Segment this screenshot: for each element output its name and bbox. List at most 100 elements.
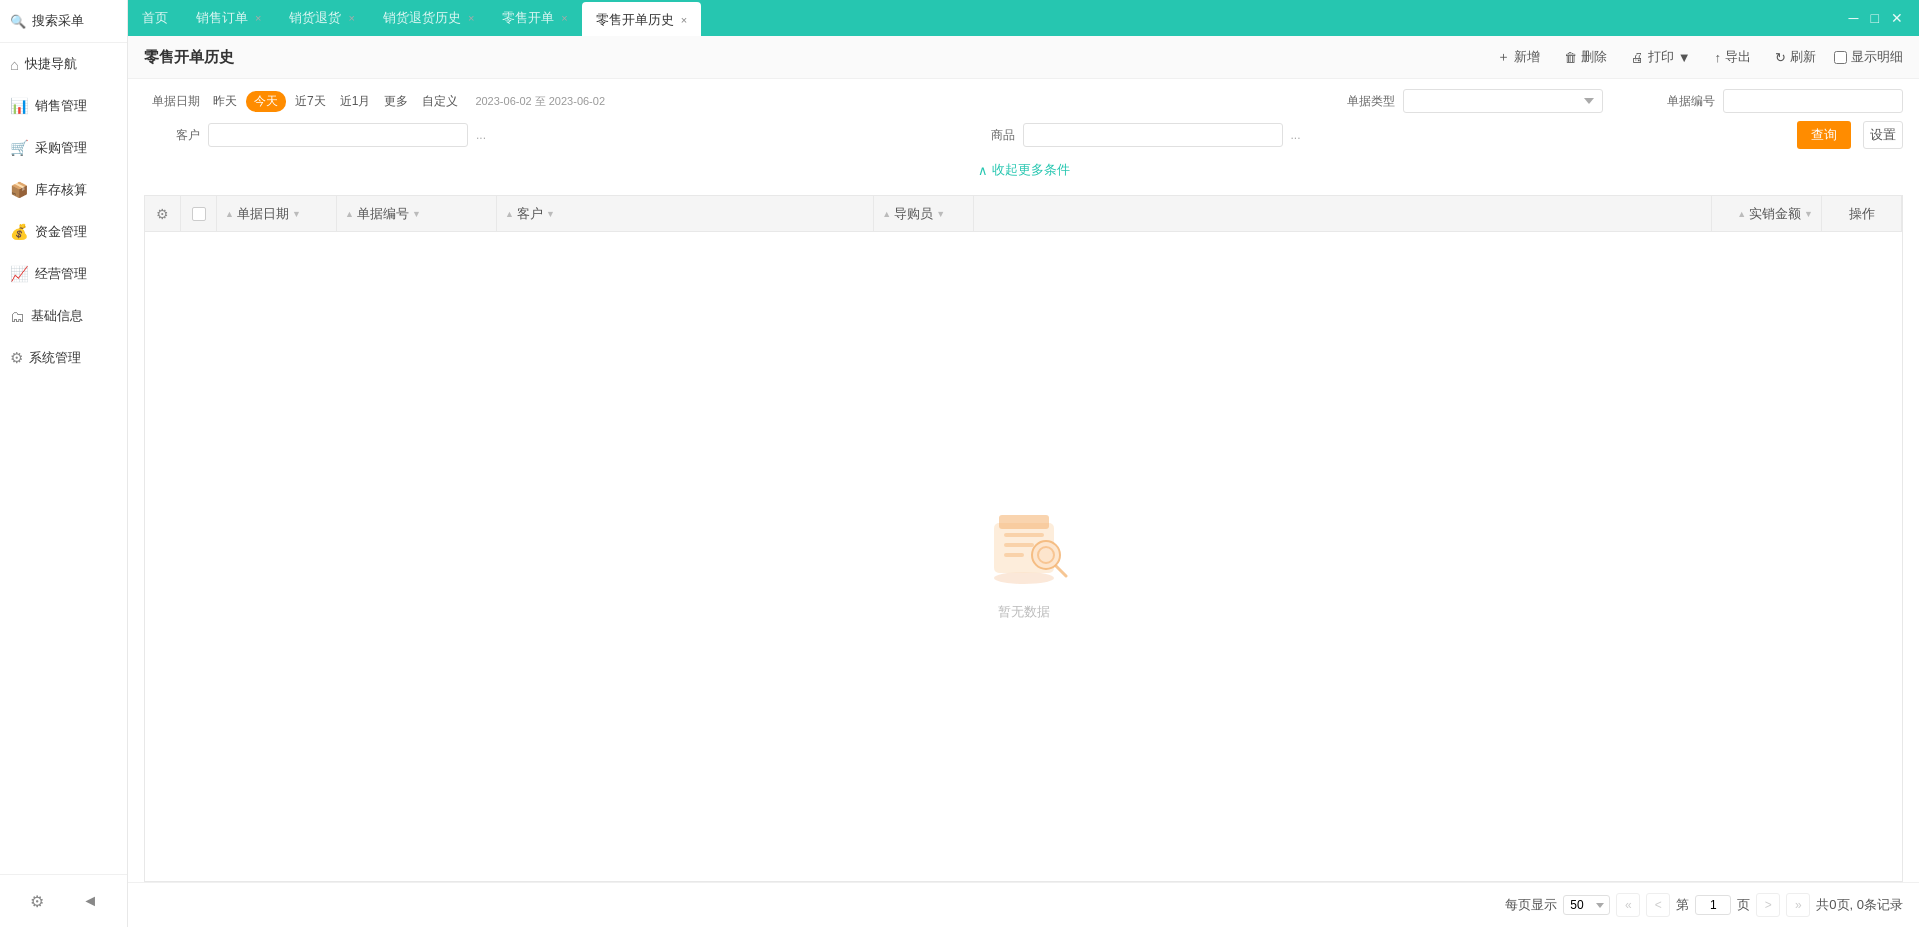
add-icon: ＋ [1497,48,1510,66]
window-controls: ─ □ ✕ [1833,10,1919,26]
sidebar-item-basics[interactable]: 🗂 基础信息 [0,295,127,337]
th-docno-label: 单据编号 [357,205,409,223]
sidebar-footer: ⚙ ◄ [0,874,127,927]
delete-button[interactable]: 🗑 删除 [1558,44,1613,70]
tab-retail-history-label: 零售开单历史 [596,11,674,29]
query-label: 查询 [1811,126,1837,144]
export-button[interactable]: ↑ 导出 [1709,44,1758,70]
column-settings-icon[interactable]: ⚙ [153,196,172,231]
th-date[interactable]: ▲ 单据日期 ▼ [217,196,337,231]
th-settings[interactable]: ⚙ [145,196,181,231]
sort-up-icon: ▲ [345,209,354,219]
customer-input[interactable] [208,123,468,147]
refresh-icon: ↻ [1775,50,1786,65]
doc-no-input[interactable] [1723,89,1903,113]
date-range-text: 2023-06-02 至 2023-06-02 [475,94,605,109]
tab-retail-open[interactable]: 零售开单 × [488,0,581,36]
sidebar-item-operations[interactable]: 📈 经营管理 [0,253,127,295]
date-btn-custom[interactable]: 自定义 [417,91,463,112]
page-number-input[interactable] [1695,895,1731,915]
delete-label: 删除 [1581,48,1607,66]
tab-sales-return-history-close[interactable]: × [468,12,474,24]
first-page-button[interactable]: « [1616,893,1640,917]
query-button[interactable]: 查询 [1797,121,1851,149]
table-body: 暂无数据 [144,231,1903,882]
filter-row-date: 单据日期 昨天 今天 近7天 近1月 更多 自定义 2023-06-02 至 2… [144,89,1903,113]
svg-rect-3 [1004,533,1044,537]
sort-down-icon: ▼ [292,209,301,219]
last-page-button[interactable]: » [1786,893,1810,917]
tab-sales-return-close[interactable]: × [348,12,354,24]
content-area: 零售开单历史 ＋ 新增 🗑 删除 🖨 打印 ▼ ↑ 导出 ↻ 刷新 [128,36,1919,927]
th-checkbox[interactable] [181,196,217,231]
print-button[interactable]: 🖨 打印 ▼ [1625,44,1697,70]
th-amount[interactable]: ▲ 实销金额 ▼ [1712,196,1822,231]
sidebar-search[interactable]: 🔍 搜索采单 [0,0,127,43]
th-actions-label: 操作 [1849,205,1875,223]
prev-page-button[interactable]: < [1646,893,1670,917]
svg-rect-4 [1004,543,1034,547]
system-icon: ⚙ [10,349,23,367]
filter-settings-button[interactable]: 设置 [1863,121,1903,149]
add-button[interactable]: ＋ 新增 [1491,44,1546,70]
tab-home[interactable]: 首页 [128,0,182,36]
display-toggle-checkbox[interactable] [1834,51,1847,64]
date-btn-last-month[interactable]: 近1月 [335,91,376,112]
tab-sales-order-close[interactable]: × [255,12,261,24]
tab-home-label: 首页 [142,9,168,27]
sidebar-item-system[interactable]: ⚙ 系统管理 [0,337,127,379]
sidebar-item-finance[interactable]: 💰 资金管理 [0,211,127,253]
finance-icon: 💰 [10,223,29,241]
refresh-button[interactable]: ↻ 刷新 [1769,44,1822,70]
sidebar-collapse-button[interactable]: ◄ [74,885,106,917]
sort-down-icon: ▼ [1804,209,1813,219]
collapse-filter-button[interactable]: ∧ 收起更多条件 [144,157,1903,187]
empty-text: 暂无数据 [998,603,1050,621]
date-btn-today[interactable]: 今天 [246,91,286,112]
filter-row-customer: 客户 ... 商品 ... 查询 设置 [144,121,1903,149]
sidebar-item-sales-mgmt[interactable]: 📊 销售管理 [0,85,127,127]
add-label: 新增 [1514,48,1540,66]
sidebar-search-label: 搜索采单 [32,12,84,30]
total-text: 共0页, 0条记录 [1816,896,1903,914]
doc-type-select[interactable] [1403,89,1603,113]
print-label: 打印 [1648,48,1674,66]
date-btn-yesterday[interactable]: 昨天 [208,91,242,112]
page-title: 零售开单历史 [144,48,1479,67]
tab-retail-history-close[interactable]: × [681,14,687,26]
minimize-icon[interactable]: ─ [1849,10,1859,26]
pagination: 每页显示 50 10 20 100 « < 第 页 > » 共0页, 0条记录 [128,882,1919,927]
customer-ellipsis[interactable]: ... [476,128,486,142]
collapse-icon: ∧ [978,163,988,178]
sidebar-settings-button[interactable]: ⚙ [21,885,53,917]
svg-rect-2 [999,515,1049,529]
sidebar-item-quick-nav[interactable]: ⌂ 快捷导航 [0,43,127,85]
th-guide[interactable]: ▲ 导购员 ▼ [874,196,974,231]
sidebar-item-inventory[interactable]: 📦 库存核算 [0,169,127,211]
tab-retail-open-close[interactable]: × [561,12,567,24]
date-btn-last7[interactable]: 近7天 [290,91,331,112]
sidebar-item-purchase-mgmt[interactable]: 🛒 采购管理 [0,127,127,169]
per-page-select[interactable]: 50 10 20 100 [1563,895,1610,915]
tab-sales-order[interactable]: 销售订单 × [182,0,275,36]
doc-type-label: 单据类型 [1339,93,1395,110]
close-icon[interactable]: ✕ [1891,10,1903,26]
tab-retail-history[interactable]: 零售开单历史 × [582,2,701,38]
sidebar-item-label: 基础信息 [31,307,83,325]
tab-sales-return-history[interactable]: 销货退货历史 × [369,0,488,36]
sidebar-item-label: 资金管理 [35,223,87,241]
display-toggle[interactable]: 显示明细 [1834,48,1903,66]
goods-input[interactable] [1023,123,1283,147]
next-page-button[interactable]: > [1756,893,1780,917]
display-toggle-label: 显示明细 [1851,48,1903,66]
restore-icon[interactable]: □ [1871,10,1879,26]
date-btn-more[interactable]: 更多 [379,91,413,112]
tab-sales-return[interactable]: 销货退货 × [275,0,368,36]
select-all-checkbox[interactable] [192,207,206,221]
basics-icon: 🗂 [10,308,25,325]
th-customer[interactable]: ▲ 客户 ▼ [497,196,874,231]
goods-ellipsis[interactable]: ... [1291,128,1301,142]
sales-icon: 📊 [10,97,29,115]
sidebar-item-label: 快捷导航 [25,55,77,73]
th-docno[interactable]: ▲ 单据编号 ▼ [337,196,497,231]
